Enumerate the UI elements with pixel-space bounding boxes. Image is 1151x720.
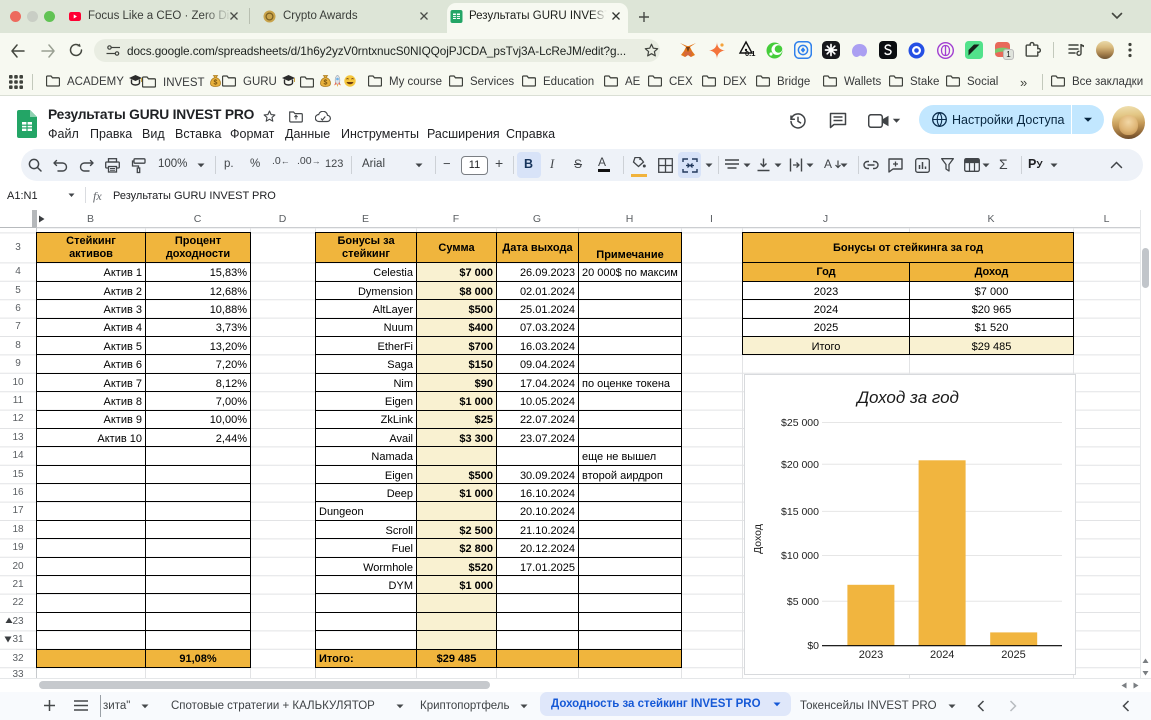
svg-text:2023: 2023	[859, 649, 883, 661]
svg-text:2025: 2025	[1001, 649, 1025, 661]
svg-text:Доход: Доход	[752, 524, 764, 554]
svg-text:$5 000: $5 000	[787, 596, 819, 608]
svg-text:2024: 2024	[930, 649, 954, 661]
svg-text:$0: $0	[807, 640, 819, 652]
svg-text:$15 000: $15 000	[781, 506, 819, 518]
svg-text:$10 000: $10 000	[781, 550, 819, 562]
svg-text:$20 000: $20 000	[781, 459, 819, 471]
svg-text:$25 000: $25 000	[781, 417, 819, 429]
svg-text:Доход за год: Доход за год	[855, 388, 959, 407]
